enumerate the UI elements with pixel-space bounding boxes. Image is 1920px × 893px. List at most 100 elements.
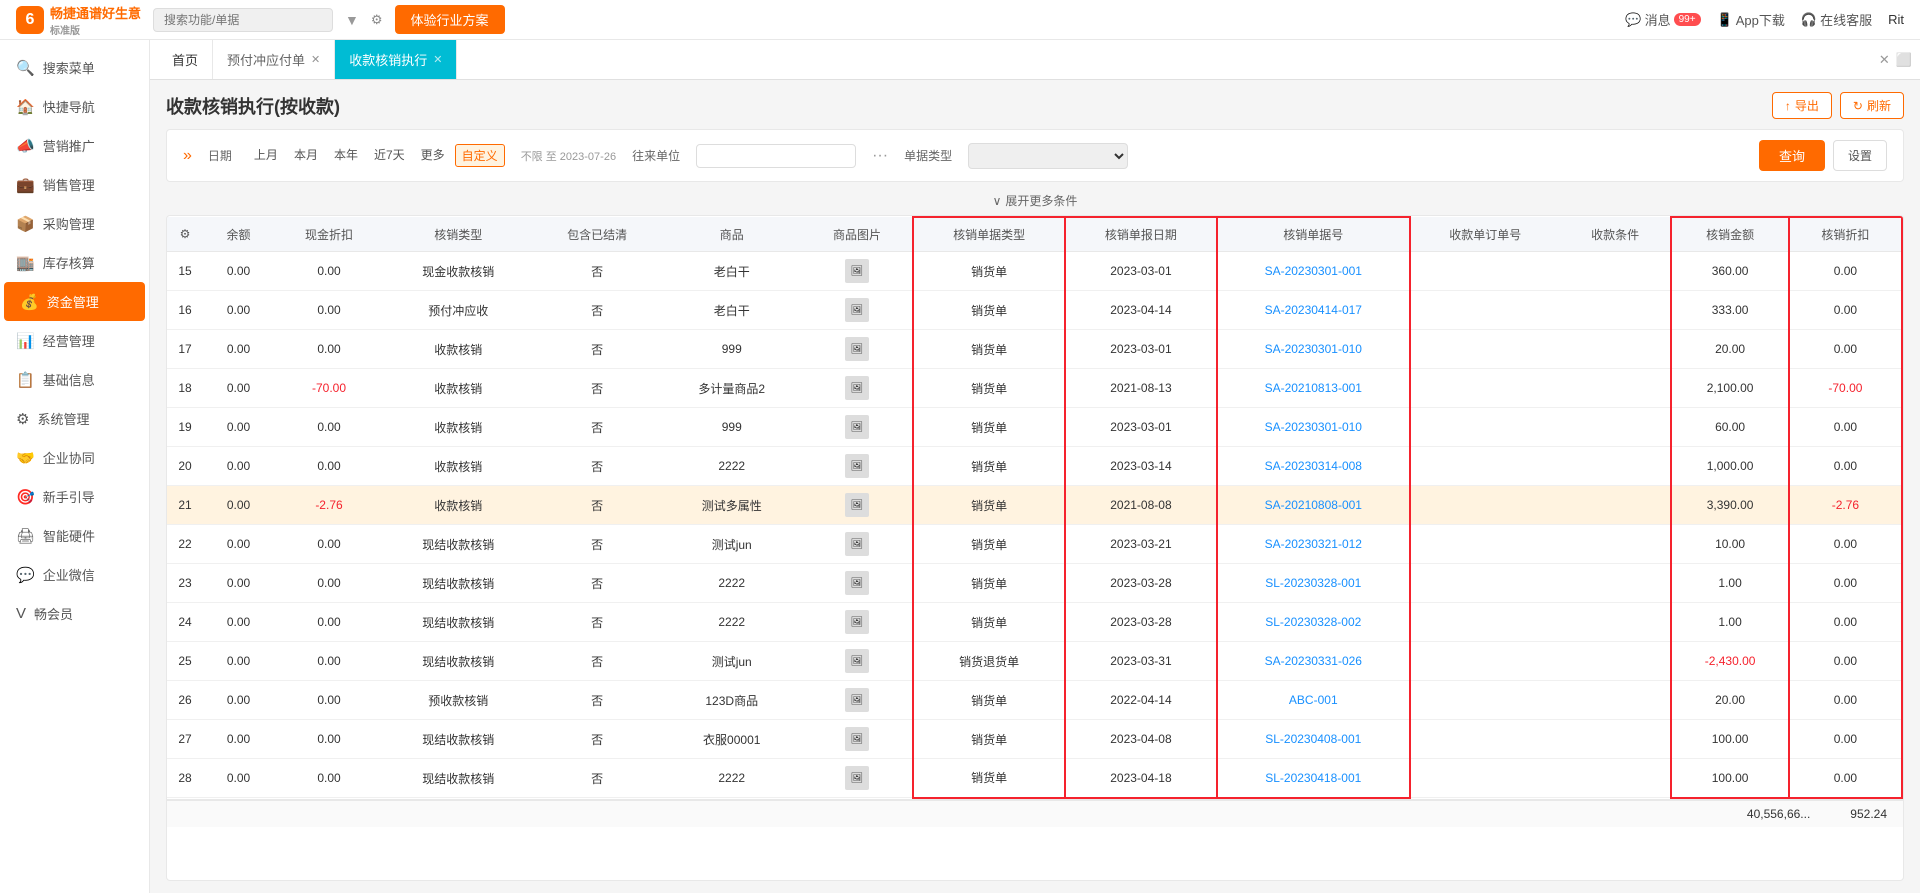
table-header-row: ⚙ 余额 现金折扣 核销类型 包含已结清 商品 商品图片 核销单据类型 核销单报… [167, 217, 1902, 252]
cell-wo-bill-type: 销货单 [913, 564, 1065, 603]
sidebar-item-member[interactable]: V 畅会员 [0, 594, 149, 633]
tab-writeoff[interactable]: 收款核销执行 ✕ [335, 40, 457, 79]
sidebar-item-wechat[interactable]: 💬 企业微信 [0, 555, 149, 594]
cell-settled: 否 [533, 759, 662, 798]
cell-id: 22 [167, 525, 203, 564]
tab-prepay[interactable]: 预付冲应付单 ✕ [213, 40, 335, 79]
page-header: 收款核销执行(按收款) ↑ 导出 ↻ 刷新 [166, 92, 1904, 119]
query-btn[interactable]: 查询 [1759, 140, 1825, 171]
online-service-btn[interactable]: 🎧 在线客服 [1801, 10, 1872, 29]
sidebar-item-marketing[interactable]: 📣 营销推广 [0, 126, 149, 165]
cell-wo-bill-date: 2023-03-01 [1065, 408, 1217, 447]
date-btn-this-month[interactable]: 本月 [288, 144, 324, 167]
sidebar: 🔍 搜索菜单 🏠 快捷导航 📣 营销推广 💼 销售管理 📦 采购管理 🏬 库存核… [0, 40, 150, 893]
cell-product-image: 🖼 [802, 369, 913, 408]
cell-settled: 否 [533, 369, 662, 408]
close-prepay-tab[interactable]: ✕ [311, 53, 320, 66]
cell-wo-bill-no[interactable]: SL-20230328-001 [1217, 564, 1410, 603]
counterparty-input[interactable] [696, 144, 856, 168]
th-balance: 余额 [203, 217, 274, 252]
cell-wo-bill-no[interactable]: ABC-001 [1217, 681, 1410, 720]
cell-balance: 0.00 [203, 408, 274, 447]
tab-home[interactable]: 首页 [158, 40, 213, 79]
cell-balance: 0.00 [203, 330, 274, 369]
expand-more[interactable]: ∨ 展开更多条件 [166, 192, 1904, 209]
sidebar-item-operations[interactable]: 📊 经营管理 [0, 321, 149, 360]
date-btn-more[interactable]: 更多 [415, 144, 451, 167]
sidebar-item-nav[interactable]: 🏠 快捷导航 [0, 87, 149, 126]
sidebar-item-hardware[interactable]: 🖨 智能硬件 [0, 516, 149, 555]
app-download-btn[interactable]: 📱 App下载 [1717, 10, 1785, 29]
cell-wo-bill-no[interactable]: SA-20230301-001 [1217, 252, 1410, 291]
date-label: 日期 [208, 147, 232, 164]
date-btn-this-year[interactable]: 本年 [328, 144, 364, 167]
cell-wo-bill-no[interactable]: SL-20230408-001 [1217, 720, 1410, 759]
sidebar-item-inventory[interactable]: 🏬 库存核算 [0, 243, 149, 282]
search-input[interactable] [153, 8, 333, 32]
cell-receipt-condition [1560, 447, 1671, 486]
cell-wo-bill-no[interactable]: SA-20230321-012 [1217, 525, 1410, 564]
cell-wo-discount: 0.00 [1789, 681, 1902, 720]
cell-wo-bill-no[interactable]: SA-20230331-026 [1217, 642, 1410, 681]
dropdown-icon[interactable]: ▼ [345, 12, 359, 28]
close-all-tabs-btn[interactable]: ✕ [1879, 52, 1890, 68]
cell-receipt-order-no [1410, 642, 1560, 681]
sidebar-item-guide[interactable]: 🎯 新手引导 [0, 477, 149, 516]
cell-receipt-order-no [1410, 525, 1560, 564]
cell-wo-bill-type: 销货单 [913, 408, 1065, 447]
cell-wo-bill-no[interactable]: SL-20230328-002 [1217, 603, 1410, 642]
bill-type-select[interactable] [968, 143, 1128, 169]
solution-btn[interactable]: 体验行业方案 [395, 5, 505, 34]
cell-settled: 否 [533, 486, 662, 525]
th-gear[interactable]: ⚙ [167, 217, 203, 252]
cell-wo-bill-date: 2021-08-13 [1065, 369, 1217, 408]
cell-receipt-order-no [1410, 486, 1560, 525]
cell-wo-bill-no[interactable]: SA-20230314-008 [1217, 447, 1410, 486]
cell-cash-discount: -2.76 [274, 486, 384, 525]
cell-id: 27 [167, 720, 203, 759]
date-btn-last-month[interactable]: 上月 [248, 144, 284, 167]
cell-wo-bill-no[interactable]: SL-20230418-001 [1217, 759, 1410, 798]
cell-wo-discount: -70.00 [1789, 369, 1902, 408]
cell-wo-bill-type: 销货单 [913, 603, 1065, 642]
cell-product-image: 🖼 [802, 486, 913, 525]
brand-name: 畅捷通谱好生意 标准版 [50, 3, 141, 37]
cell-balance: 0.00 [203, 291, 274, 330]
cell-write-off-type: 现结收款核销 [384, 564, 533, 603]
cell-wo-bill-type: 销货单 [913, 447, 1065, 486]
sidebar-item-purchase[interactable]: 📦 采购管理 [0, 204, 149, 243]
sidebar-item-system[interactable]: ⚙ 系统管理 [0, 399, 149, 438]
date-btn-custom[interactable]: 自定义 [455, 144, 505, 167]
cell-balance: 0.00 [203, 252, 274, 291]
cell-cash-discount: -70.00 [274, 369, 384, 408]
sidebar-item-search[interactable]: 🔍 搜索菜单 [0, 48, 149, 87]
cell-wo-bill-no[interactable]: SA-20230301-010 [1217, 330, 1410, 369]
message-btn[interactable]: 💬 消息 99+ [1625, 10, 1700, 29]
setting-btn[interactable]: 设置 [1833, 140, 1887, 171]
gear-icon[interactable]: ⚙ [371, 12, 383, 28]
counterparty-dots[interactable]: ··· [872, 147, 888, 165]
cell-wo-amount: 60.00 [1671, 408, 1788, 447]
maximize-btn[interactable]: ⬜ [1896, 52, 1912, 68]
cell-wo-bill-no[interactable]: SA-20210813-001 [1217, 369, 1410, 408]
cell-wo-bill-date: 2023-03-28 [1065, 564, 1217, 603]
cell-wo-bill-no[interactable]: SA-20230301-010 [1217, 408, 1410, 447]
sidebar-item-sales[interactable]: 💼 销售管理 [0, 165, 149, 204]
hardware-icon: 🖨 [16, 527, 35, 545]
cell-wo-bill-no[interactable]: SA-20230414-017 [1217, 291, 1410, 330]
refresh-btn[interactable]: ↻ 刷新 [1840, 92, 1904, 119]
close-writeoff-tab[interactable]: ✕ [433, 53, 442, 66]
sidebar-item-finance[interactable]: 💰 资金管理 [4, 282, 145, 321]
th-wo-amount: 核销金额 [1671, 217, 1788, 252]
cell-cash-discount: 0.00 [274, 330, 384, 369]
expand-arrow[interactable]: » [183, 147, 192, 165]
date-btn-7days[interactable]: 近7天 [368, 144, 411, 167]
cell-wo-bill-no[interactable]: SA-20210808-001 [1217, 486, 1410, 525]
top-bar-right: 💬 消息 99+ 📱 App下载 🎧 在线客服 Rit [1625, 10, 1904, 29]
sidebar-item-basic-info[interactable]: 📋 基础信息 [0, 360, 149, 399]
export-btn[interactable]: ↑ 导出 [1772, 92, 1832, 119]
cell-receipt-order-no [1410, 291, 1560, 330]
cell-settled: 否 [533, 642, 662, 681]
cell-balance: 0.00 [203, 369, 274, 408]
sidebar-item-collab[interactable]: 🤝 企业协同 [0, 438, 149, 477]
